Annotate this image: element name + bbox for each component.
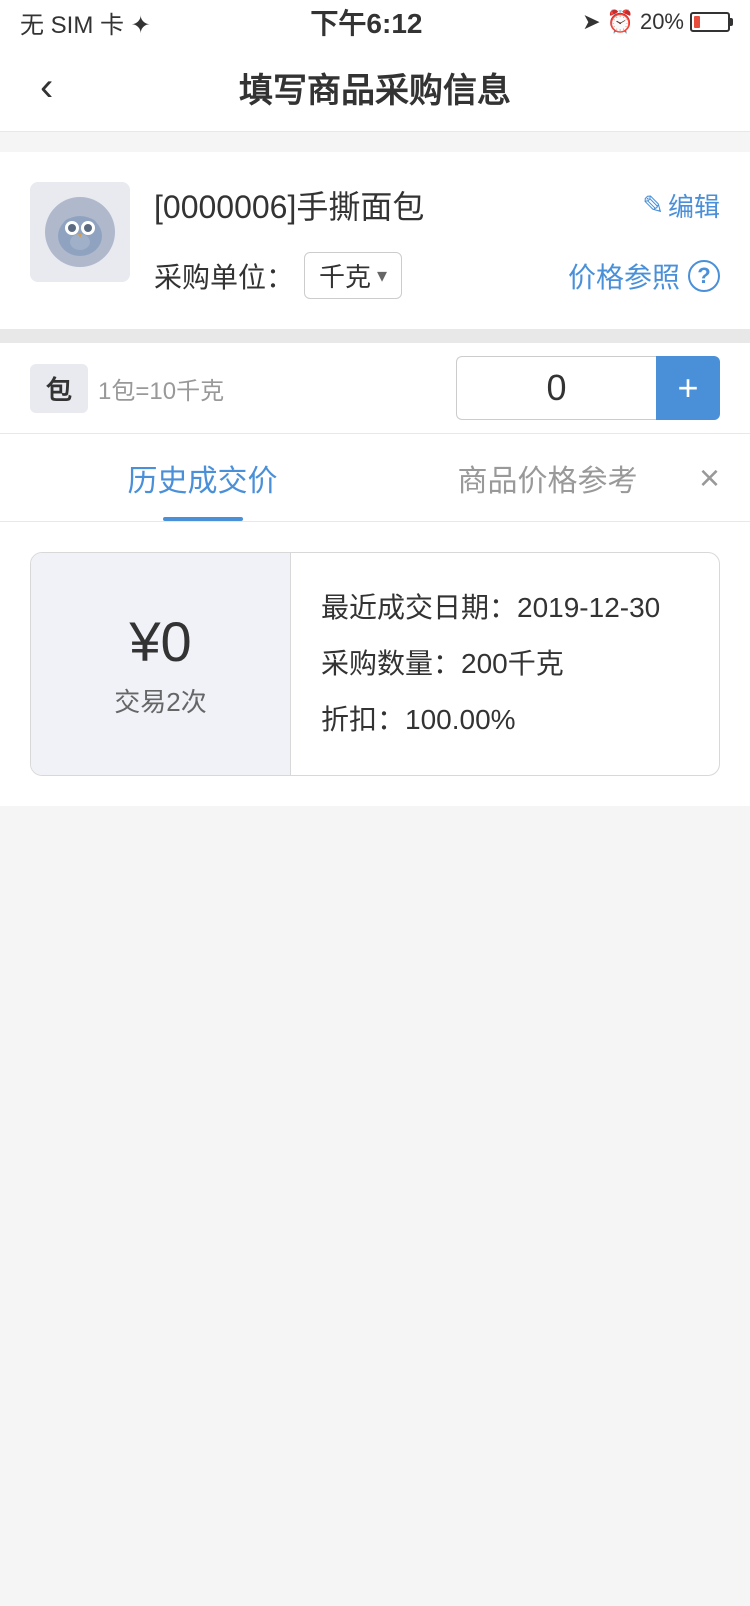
location-icon: ➤: [582, 9, 600, 35]
recent-date-value: 2019-12-30: [517, 592, 660, 623]
history-content: ¥0 交易2次 最近成交日期：2019-12-30 采购数量：200千克 折扣：…: [0, 522, 750, 806]
product-info: [0000006]手撕面包 ✎ 编辑 采购单位： 千克 ▾ 价格参照 ?: [154, 182, 720, 299]
unit-label: 采购单位：: [154, 256, 294, 296]
history-price: ¥0: [129, 609, 191, 674]
status-right: ➤ ⏰ 20%: [582, 9, 730, 35]
price-ref-help-icon: ?: [688, 260, 720, 292]
unit-dropdown-icon: ▾: [377, 263, 387, 288]
page-title: 填写商品采购信息: [239, 63, 511, 112]
tabs-close-button[interactable]: ×: [689, 447, 730, 509]
history-card: ¥0 交易2次 最近成交日期：2019-12-30 采购数量：200千克 折扣：…: [30, 552, 720, 776]
recent-date-label: 最近成交日期：: [321, 592, 517, 623]
purchase-qty-label: 采购数量：: [321, 648, 461, 679]
sim-indicator: 无 SIM 卡 ✦: [20, 5, 151, 40]
product-header: [0000006]手撕面包 ✎ 编辑: [154, 182, 720, 228]
product-name: [0000006]手撕面包: [154, 182, 424, 228]
product-thumbnail: [45, 197, 115, 267]
history-discount: 折扣：100.00%: [321, 699, 689, 741]
status-left: 无 SIM 卡 ✦: [20, 5, 151, 40]
quantity-row: 包 1包=10千克 +: [0, 343, 750, 433]
edit-button[interactable]: ✎ 编辑: [642, 187, 720, 224]
status-bar: 无 SIM 卡 ✦ 下午6:12 ➤ ⏰ 20%: [0, 0, 750, 44]
price-ref-label: 价格参照: [568, 256, 680, 296]
history-purchase-qty: 采购数量：200千克: [321, 643, 689, 685]
edit-icon: ✎: [642, 190, 664, 221]
history-card-right: 最近成交日期：2019-12-30 采购数量：200千克 折扣：100.00%: [291, 553, 719, 775]
owl-logo-icon: [50, 202, 110, 262]
edit-label: 编辑: [668, 187, 720, 224]
quantity-unit-box: 包: [30, 364, 88, 413]
discount-label: 折扣：: [321, 704, 405, 735]
quantity-conversion: 1包=10千克: [98, 371, 224, 406]
product-card: [0000006]手撕面包 ✎ 编辑 采购单位： 千克 ▾ 价格参照 ?: [0, 152, 750, 329]
history-count: 交易2次: [114, 682, 206, 719]
quantity-input-row: +: [456, 356, 720, 420]
quantity-input[interactable]: [456, 356, 656, 420]
section-divider: [0, 329, 750, 343]
tab-history-price[interactable]: 历史成交价: [30, 434, 375, 521]
battery-icon: [690, 12, 730, 32]
history-card-left: ¥0 交易2次: [31, 553, 291, 775]
page-background: [0, 806, 750, 1606]
price-ref-button[interactable]: 价格参照 ?: [568, 256, 720, 296]
product-unit-row: 采购单位： 千克 ▾ 价格参照 ?: [154, 252, 720, 299]
quantity-unit-info: 包 1包=10千克: [30, 364, 224, 413]
history-recent-date: 最近成交日期：2019-12-30: [321, 587, 689, 629]
tab-product-price-ref[interactable]: 商品价格参考: [375, 434, 720, 521]
tabs: 历史成交价 商品价格参考 ×: [0, 434, 750, 522]
quantity-plus-button[interactable]: +: [656, 356, 720, 420]
nav-bar: ‹ 填写商品采购信息: [0, 44, 750, 132]
purchase-qty-value: 200千克: [461, 648, 564, 679]
back-button[interactable]: ‹: [30, 55, 63, 120]
unit-select[interactable]: 千克 ▾: [304, 252, 402, 299]
unit-value: 千克: [319, 257, 371, 294]
product-image: [30, 182, 130, 282]
alarm-icon: ⏰: [607, 9, 634, 35]
bottom-panel: 历史成交价 商品价格参考 × ¥0 交易2次 最近成交日期：2019-12-30…: [0, 433, 750, 806]
battery-percent: 20%: [640, 9, 684, 35]
discount-value: 100.00%: [405, 704, 516, 735]
status-time: 下午6:12: [310, 2, 422, 42]
